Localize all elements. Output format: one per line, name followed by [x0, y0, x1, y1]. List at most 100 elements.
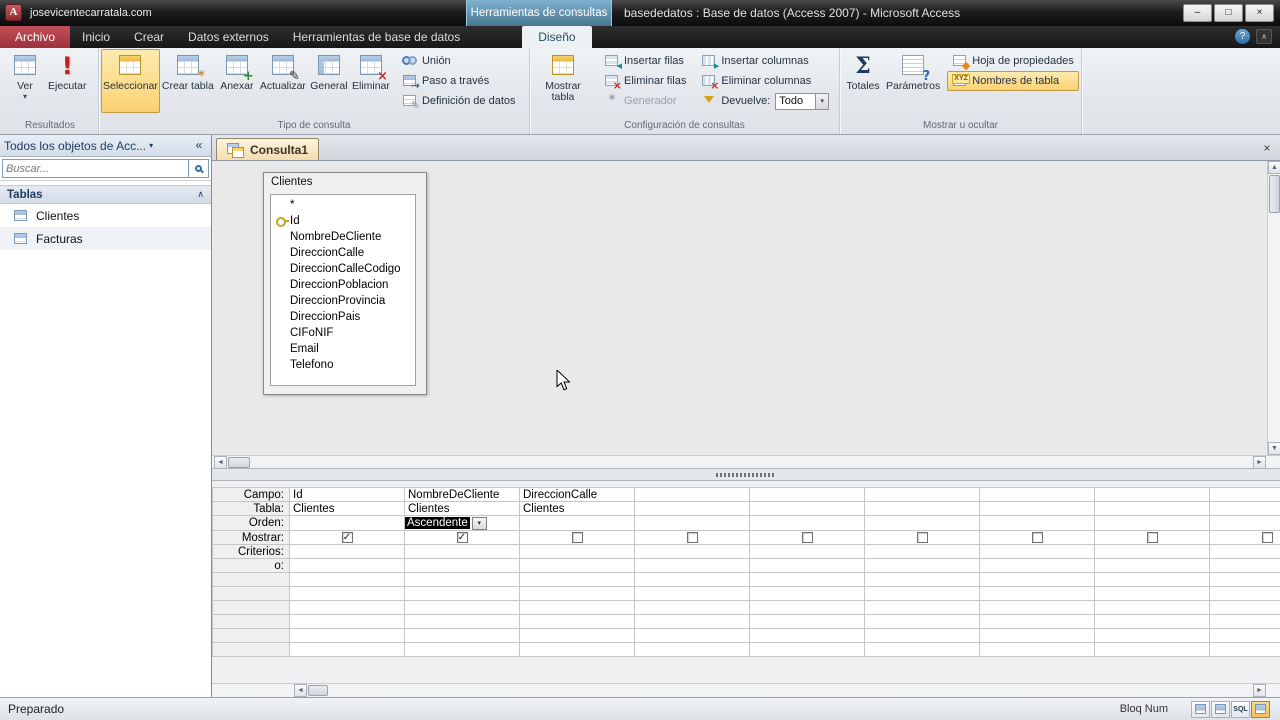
grid-horizontal-scrollbar[interactable]: ◄ ►	[212, 683, 1280, 697]
grid-cell[interactable]	[979, 600, 1095, 615]
tab-consulta1[interactable]: Consulta1	[216, 138, 320, 160]
grid-cell[interactable]: NombreDeCliente	[404, 487, 520, 502]
mostrar-checkbox[interactable]	[801, 531, 813, 543]
grid-cell[interactable]	[1094, 614, 1210, 629]
pane-splitter[interactable]	[212, 468, 1280, 481]
mostrar-checkbox[interactable]	[571, 531, 583, 543]
grid-cell[interactable]	[519, 558, 635, 573]
chevron-up-icon[interactable]: ∧	[197, 189, 204, 200]
grid-cell[interactable]	[404, 558, 520, 573]
grid-cell[interactable]	[864, 628, 980, 643]
grid-cell[interactable]	[979, 572, 1095, 587]
mostrar-checkbox[interactable]: ✓	[456, 531, 468, 543]
grid-cell[interactable]	[979, 530, 1095, 545]
grid-cell[interactable]	[864, 586, 980, 601]
grid-cell[interactable]: DireccionCalle	[519, 487, 635, 502]
grid-cell[interactable]: Clientes	[289, 501, 405, 516]
grid-cell[interactable]	[519, 586, 635, 601]
ejecutar-button[interactable]: ! Ejecutar	[46, 49, 89, 113]
insertar-filas-button[interactable]: ◂ Insertar filas	[599, 51, 691, 71]
grid-cell[interactable]	[1209, 600, 1280, 615]
mostrar-checkbox[interactable]	[1031, 531, 1043, 543]
grid-cell[interactable]	[1209, 501, 1280, 516]
nombres-de-tabla-button[interactable]: XYZ Nombres de tabla	[947, 71, 1079, 91]
tab-crear[interactable]: Crear	[122, 26, 176, 48]
grid-cell[interactable]	[749, 614, 865, 629]
collapse-ribbon-icon[interactable]: ∧	[1256, 29, 1272, 44]
grid-cell[interactable]	[864, 515, 980, 531]
field-list-item[interactable]: DireccionPoblacion	[271, 277, 415, 293]
eliminar-button[interactable]: × Eliminar	[350, 49, 392, 113]
grid-cell[interactable]	[634, 558, 750, 573]
help-icon[interactable]: ?	[1235, 29, 1250, 44]
grid-cell[interactable]	[404, 586, 520, 601]
definicion-de-datos-button[interactable]: ✎ Definición de datos	[397, 91, 521, 111]
grid-cell[interactable]	[519, 544, 635, 559]
seleccionar-button[interactable]: Seleccionar	[101, 49, 160, 113]
grid-cell[interactable]	[749, 558, 865, 573]
scroll-down-icon[interactable]: ▼	[1268, 442, 1280, 455]
splitter-grip[interactable]	[716, 473, 776, 477]
grid-cell[interactable]	[864, 614, 980, 629]
datasheet-view-button[interactable]	[1191, 700, 1210, 718]
grid-cell[interactable]	[289, 642, 405, 657]
grid-cell[interactable]	[979, 487, 1095, 502]
grid-cell[interactable]	[404, 628, 520, 643]
grid-cell[interactable]	[1209, 628, 1280, 643]
scroll-left-icon[interactable]: ◄	[294, 684, 307, 697]
grid-cell[interactable]	[289, 572, 405, 587]
sidebar-item-facturas[interactable]: Facturas	[0, 227, 211, 250]
devuelve-button[interactable]: Devuelve: Todo ▾	[696, 91, 834, 111]
grid-cell[interactable]	[749, 544, 865, 559]
navigation-pane-header[interactable]: Todos los objetos de Acc... ▾ «	[0, 135, 211, 157]
sidebar-item-clientes[interactable]: Clientes	[0, 204, 211, 227]
grid-cell[interactable]	[864, 572, 980, 587]
field-list-item[interactable]: Id	[271, 213, 415, 229]
sql-view-button[interactable]: SQL	[1231, 700, 1250, 718]
devuelve-combo[interactable]: Todo ▾	[775, 92, 830, 110]
grid-cell[interactable]	[289, 614, 405, 629]
field-list-item[interactable]: Email	[271, 341, 415, 357]
close-button[interactable]: ×	[1245, 4, 1274, 22]
tab-datos-externos[interactable]: Datos externos	[176, 26, 281, 48]
eliminar-columnas-button[interactable]: × Eliminar columnas	[696, 71, 834, 91]
grid-cell[interactable]	[749, 530, 865, 545]
query-design-surface[interactable]: Clientes * Id NombreDeCliente DireccionCall…	[212, 161, 1280, 455]
grid-cell[interactable]	[749, 628, 865, 643]
grid-cell[interactable]	[1209, 642, 1280, 657]
grid-cell[interactable]	[1209, 586, 1280, 601]
grid-cell[interactable]	[1094, 642, 1210, 657]
scrollbar-thumb[interactable]	[228, 457, 250, 468]
eliminar-filas-button[interactable]: × Eliminar filas	[599, 71, 691, 91]
grid-cell[interactable]	[634, 515, 750, 531]
field-list-item[interactable]: CIFoNIF	[271, 325, 415, 341]
union-button[interactable]: Unión	[397, 51, 521, 71]
design-vertical-scrollbar[interactable]: ▲ ▼	[1267, 161, 1280, 455]
grid-cell[interactable]	[864, 530, 980, 545]
ver-button[interactable]: Ver ▾	[4, 49, 46, 113]
design-horizontal-scrollbar[interactable]: ◄ ►	[212, 455, 1280, 469]
grid-cell[interactable]	[289, 600, 405, 615]
field-list-item[interactable]: DireccionPais	[271, 309, 415, 325]
field-list-item[interactable]: DireccionCalle	[271, 245, 415, 261]
grid-cell[interactable]	[1209, 614, 1280, 629]
grid-cell[interactable]	[864, 600, 980, 615]
grid-cell[interactable]	[634, 544, 750, 559]
grid-cell[interactable]	[864, 487, 980, 502]
grid-cell[interactable]	[979, 544, 1095, 559]
grid-cell[interactable]	[519, 515, 635, 531]
field-list-window[interactable]: Clientes * Id NombreDeCliente DireccionCall…	[263, 172, 427, 395]
grid-cell[interactable]	[1209, 487, 1280, 502]
totales-button[interactable]: Σ Totales	[842, 49, 884, 113]
grid-cell[interactable]	[289, 586, 405, 601]
grid-cell[interactable]	[1209, 515, 1280, 531]
grid-cell[interactable]	[864, 642, 980, 657]
grid-cell[interactable]	[519, 628, 635, 643]
grid-cell[interactable]	[749, 642, 865, 657]
field-list-item[interactable]: Telefono	[271, 357, 415, 373]
grid-cell[interactable]	[979, 614, 1095, 629]
mostrar-checkbox[interactable]	[1146, 531, 1158, 543]
field-list-item[interactable]: *	[271, 197, 415, 213]
grid-cell[interactable]	[979, 586, 1095, 601]
grid-cell[interactable]	[1094, 501, 1210, 516]
